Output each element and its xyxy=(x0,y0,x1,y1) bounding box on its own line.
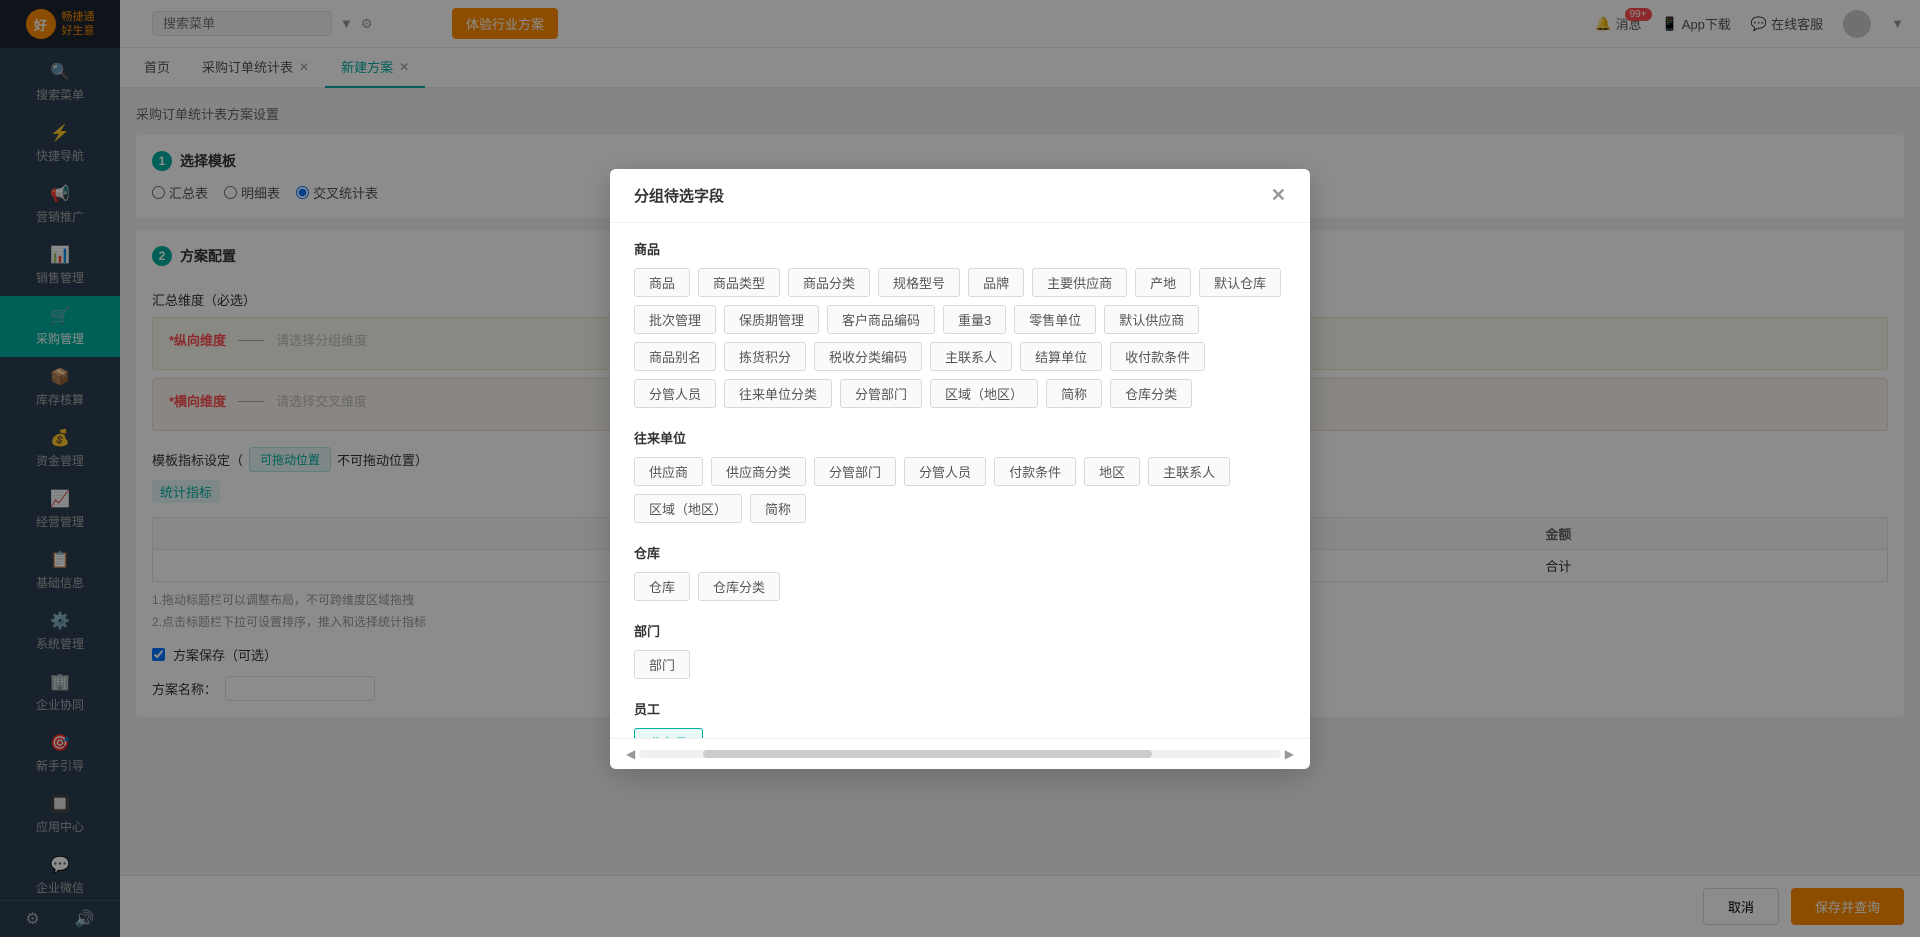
field-tag-商品别名[interactable]: 商品别名 xyxy=(634,342,716,371)
modal-overlay: 分组待选字段 ✕ 商品商品商品类型商品分类规格型号品牌主要供应商产地默认仓库批次… xyxy=(0,0,1920,937)
modal-section-商品: 商品商品商品类型商品分类规格型号品牌主要供应商产地默认仓库批次管理保质期管理客户… xyxy=(634,239,1286,408)
scroll-thumb xyxy=(703,750,1152,758)
field-tag-分管部门[interactable]: 分管部门 xyxy=(814,457,896,486)
field-tag-部门[interactable]: 部门 xyxy=(634,650,690,679)
field-tag-分管人员[interactable]: 分管人员 xyxy=(634,379,716,408)
field-tags-商品: 商品商品类型商品分类规格型号品牌主要供应商产地默认仓库批次管理保质期管理客户商品… xyxy=(634,268,1286,408)
field-tag-税收分类编码[interactable]: 税收分类编码 xyxy=(814,342,922,371)
modal-header: 分组待选字段 ✕ xyxy=(610,169,1310,223)
field-tag-分管人员[interactable]: 分管人员 xyxy=(904,457,986,486)
field-tag-简称[interactable]: 简称 xyxy=(750,494,806,523)
modal-close-button[interactable]: ✕ xyxy=(1271,185,1286,206)
field-tag-商品类型[interactable]: 商品类型 xyxy=(698,268,780,297)
field-tag-批次管理[interactable]: 批次管理 xyxy=(634,305,716,334)
field-tag-商品分类[interactable]: 商品分类 xyxy=(788,268,870,297)
field-tag-主要供应商[interactable]: 主要供应商 xyxy=(1032,268,1127,297)
field-tag-主联系人[interactable]: 主联系人 xyxy=(1148,457,1230,486)
section-title-员工: 员工 xyxy=(634,699,1286,718)
field-tag-供应商[interactable]: 供应商 xyxy=(634,457,703,486)
field-tag-产地[interactable]: 产地 xyxy=(1135,268,1191,297)
field-tag-商品[interactable]: 商品 xyxy=(634,268,690,297)
field-tag-主联系人[interactable]: 主联系人 xyxy=(930,342,1012,371)
field-tag-收付款条件[interactable]: 收付款条件 xyxy=(1110,342,1205,371)
modal-body: 商品商品商品类型商品分类规格型号品牌主要供应商产地默认仓库批次管理保质期管理客户… xyxy=(610,223,1310,738)
section-title-仓库: 仓库 xyxy=(634,543,1286,562)
field-tag-结算单位[interactable]: 结算单位 xyxy=(1020,342,1102,371)
modal-section-部门: 部门部门 xyxy=(634,621,1286,679)
field-tag-客户商品编码[interactable]: 客户商品编码 xyxy=(827,305,935,334)
section-title-商品: 商品 xyxy=(634,239,1286,258)
field-tags-仓库: 仓库仓库分类 xyxy=(634,572,1286,601)
field-tag-规格型号[interactable]: 规格型号 xyxy=(878,268,960,297)
field-tag-业务员[interactable]: 业务员 xyxy=(634,728,703,738)
field-tag-区域（地区）[interactable]: 区域（地区） xyxy=(930,379,1038,408)
field-tag-付款条件[interactable]: 付款条件 xyxy=(994,457,1076,486)
scroll-right-arrow[interactable]: ▶ xyxy=(1285,747,1294,761)
field-tag-默认供应商[interactable]: 默认供应商 xyxy=(1104,305,1199,334)
section-title-往来单位: 往来单位 xyxy=(634,428,1286,447)
field-tags-部门: 部门 xyxy=(634,650,1286,679)
scroll-left-arrow[interactable]: ◀ xyxy=(626,747,635,761)
field-tag-供应商分类[interactable]: 供应商分类 xyxy=(711,457,806,486)
modal-dialog: 分组待选字段 ✕ 商品商品商品类型商品分类规格型号品牌主要供应商产地默认仓库批次… xyxy=(610,169,1310,769)
field-tags-员工: 业务员 xyxy=(634,728,1286,738)
field-tag-仓库[interactable]: 仓库 xyxy=(634,572,690,601)
section-title-部门: 部门 xyxy=(634,621,1286,640)
field-tag-品牌[interactable]: 品牌 xyxy=(968,268,1024,297)
horizontal-scrollbar[interactable] xyxy=(639,750,1281,758)
modal-footer-bar: ◀ ▶ xyxy=(610,738,1310,769)
field-tag-仓库分类[interactable]: 仓库分类 xyxy=(1110,379,1192,408)
field-tag-保质期管理[interactable]: 保质期管理 xyxy=(724,305,819,334)
modal-title: 分组待选字段 xyxy=(634,185,724,206)
field-tag-往来单位分类[interactable]: 往来单位分类 xyxy=(724,379,832,408)
field-tag-零售单位[interactable]: 零售单位 xyxy=(1014,305,1096,334)
field-tag-地区[interactable]: 地区 xyxy=(1084,457,1140,486)
field-tag-简称[interactable]: 简称 xyxy=(1046,379,1102,408)
field-tag-区域（地区）[interactable]: 区域（地区） xyxy=(634,494,742,523)
modal-section-仓库: 仓库仓库仓库分类 xyxy=(634,543,1286,601)
field-tag-仓库分类[interactable]: 仓库分类 xyxy=(698,572,780,601)
field-tags-往来单位: 供应商供应商分类分管部门分管人员付款条件地区主联系人区域（地区） 简称 xyxy=(634,457,1286,523)
modal-section-员工: 员工业务员 xyxy=(634,699,1286,738)
field-tag-拣货积分[interactable]: 拣货积分 xyxy=(724,342,806,371)
field-tag-分管部门[interactable]: 分管部门 xyxy=(840,379,922,408)
field-tag-重量3[interactable]: 重量3 xyxy=(943,305,1006,334)
modal-section-往来单位: 往来单位供应商供应商分类分管部门分管人员付款条件地区主联系人区域（地区） 简称 xyxy=(634,428,1286,523)
field-tag-默认仓库[interactable]: 默认仓库 xyxy=(1199,268,1281,297)
